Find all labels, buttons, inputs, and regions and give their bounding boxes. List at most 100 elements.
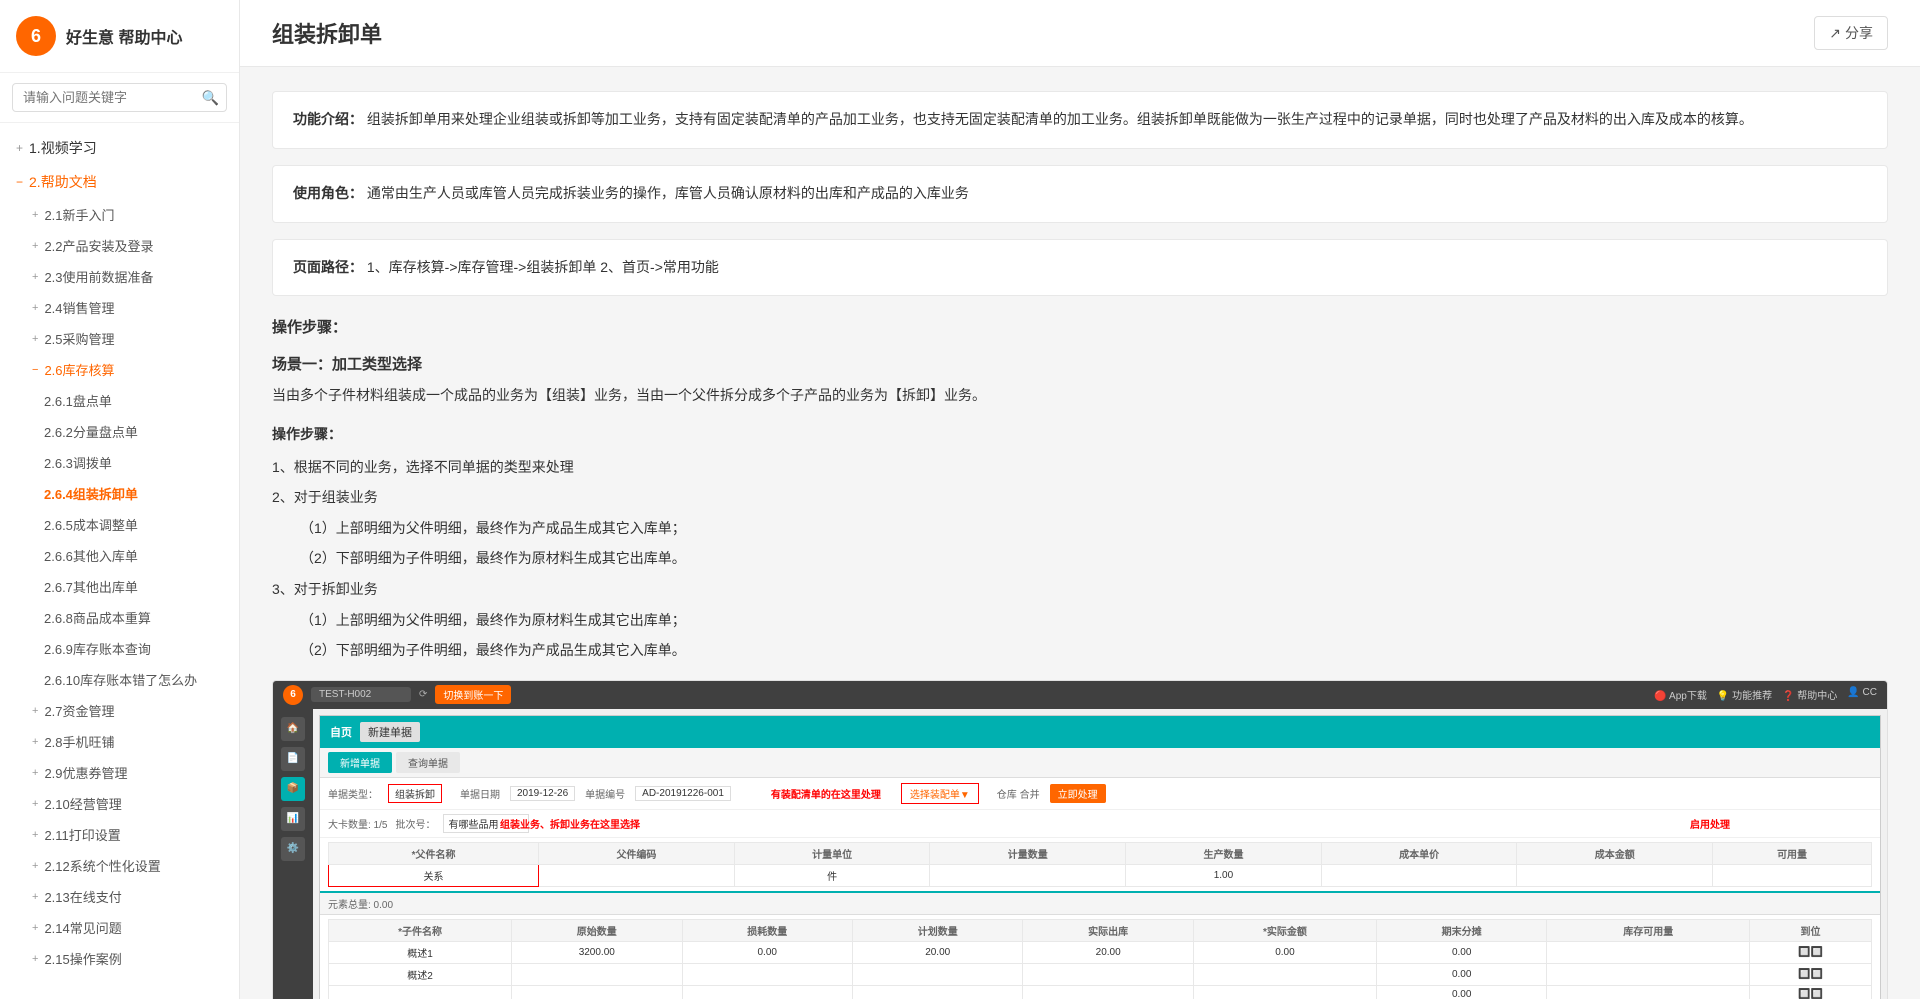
expand-icon: + bbox=[32, 829, 38, 841]
sidebar-item-online-pay[interactable]: + 2.13在线支付 bbox=[0, 881, 239, 912]
ss-helpcenter: ❓ 帮助中心 bbox=[1782, 687, 1837, 702]
ss-switch-btn[interactable]: 切换到账一下 bbox=[435, 685, 511, 704]
search-button[interactable]: 🔍 bbox=[202, 89, 219, 106]
ss-tab-query[interactable]: 查询单据 bbox=[396, 752, 460, 773]
ss-th-parent-name: *父件名称 bbox=[329, 842, 539, 864]
sidebar-item-docs[interactable]: − 2.帮助文档 bbox=[0, 165, 239, 199]
main-content-area: 组装拆卸单 ↗ 分享 功能介绍： 组装拆卸单用来处理企业组装或拆卸等加工业务，支… bbox=[240, 0, 1920, 999]
sidebar-item-stock-ledger[interactable]: 2.6.9库存账本查询 bbox=[0, 633, 239, 664]
ss-sidebar-icon-settings: ⚙️ bbox=[281, 837, 305, 861]
ss-divider-label: 元素总量: 0.00 bbox=[328, 896, 393, 911]
ss-new-tab[interactable]: 新建单据 bbox=[360, 722, 420, 742]
ss-help: 💡 功能推荐 bbox=[1717, 687, 1772, 702]
sidebar-item-assembly[interactable]: 2.6.4组装拆卸单 bbox=[0, 478, 239, 509]
ss-btd-plan-2 bbox=[852, 963, 1022, 985]
ss-confirm-btn[interactable]: 立即处理 bbox=[1050, 784, 1106, 803]
sidebar-item-data-prep[interactable]: + 2.3使用前数据准备 bbox=[0, 261, 239, 292]
sidebar-item-label: 2.11打印设置 bbox=[44, 825, 120, 844]
ss-cell-avail bbox=[1713, 864, 1872, 886]
sidebar-item-cost-adj[interactable]: 2.6.5成本调整单 bbox=[0, 509, 239, 540]
sidebar-item-label: 2.8手机旺铺 bbox=[44, 732, 114, 751]
ss-cell-parent-name: 关系 bbox=[329, 864, 539, 886]
ss-bth-actual-amt: *实际金额 bbox=[1193, 919, 1376, 941]
share-button[interactable]: ↗ 分享 bbox=[1814, 16, 1888, 50]
ss-bth-actual-out: 实际出库 bbox=[1023, 919, 1193, 941]
sidebar-item-operations[interactable]: + 2.10经营管理 bbox=[0, 788, 239, 819]
sidebar-item-coupon[interactable]: + 2.9优惠券管理 bbox=[0, 757, 239, 788]
ss-btd-loss-1: 0.00 bbox=[682, 941, 852, 963]
sidebar-item-label: 2.1新手入门 bbox=[44, 205, 114, 224]
ss-field-extra: 仓库 合并 bbox=[997, 786, 1040, 801]
ss-number-label: 单据编号 bbox=[585, 786, 625, 801]
step2-sub1: （1）上部明细为父件明细，最终作为产成品生成其它入库单； bbox=[272, 515, 1888, 542]
page-title: 组装拆卸单 bbox=[272, 17, 382, 49]
sidebar-item-other-out[interactable]: 2.6.7其他出库单 bbox=[0, 571, 239, 602]
sidebar-item-label: 2.6.2分量盘点单 bbox=[44, 425, 138, 440]
ss-bottom-row-1: 概述1 3200.00 0.00 20.00 20.00 0.00 0.00 bbox=[329, 941, 1872, 963]
step2: 2、对于组装业务 bbox=[272, 484, 1888, 511]
sidebar-item-inventory-check[interactable]: 2.6.1盘点单 bbox=[0, 385, 239, 416]
ss-btd-name-2: 概述2 bbox=[329, 963, 512, 985]
sidebar-item-label: 2.帮助文档 bbox=[29, 172, 97, 192]
ss-btd-actual-1: 20.00 bbox=[1023, 941, 1193, 963]
collapse-icon: − bbox=[32, 364, 38, 376]
ss-th-prod-qty: 生产数量 bbox=[1126, 842, 1322, 864]
sidebar-item-finance[interactable]: + 2.7资金管理 bbox=[0, 695, 239, 726]
sidebar-item-label: 2.5采购管理 bbox=[44, 329, 114, 348]
sidebar-item-video[interactable]: + 1.视频学习 bbox=[0, 131, 239, 165]
sidebar-item-label: 2.6.10库存账本错了怎么办 bbox=[44, 673, 197, 688]
sidebar-item-label: 2.6.9库存账本查询 bbox=[44, 642, 151, 657]
search-area[interactable]: 🔍 bbox=[0, 73, 239, 123]
ops-title: 操作步骤： bbox=[272, 316, 1888, 337]
expand-icon: + bbox=[32, 302, 38, 314]
ss-bottom-row-3: 0.00 🔲🔲 bbox=[329, 985, 1872, 999]
ss-bth-loss-qty: 损耗数量 bbox=[682, 919, 852, 941]
expand-icon: + bbox=[32, 798, 38, 810]
sidebar-item-newbie[interactable]: + 2.1新手入门 bbox=[0, 199, 239, 230]
ss-bottom-table: *子件名称 原始数量 损耗数量 计划数量 实际出库 *实际金额 期末分摊 库存可… bbox=[328, 919, 1872, 999]
ss-date-value: 2019-12-26 bbox=[510, 786, 575, 801]
ss-field-row1: 单据类型： 组装拆卸 单据日期 2019-12-26 单据编号 AD-20191… bbox=[320, 778, 1880, 810]
ss-bottom-table-area: *子件名称 原始数量 损耗数量 计划数量 实际出库 *实际金额 期末分摊 库存可… bbox=[320, 915, 1880, 999]
share-label: 分享 bbox=[1845, 23, 1873, 43]
path-text: 1、库存核算->库存管理->组装拆卸单 2、首页->常用功能 bbox=[367, 259, 719, 275]
path-block: 页面路径： 1、库存核算->库存管理->组装拆卸单 2、首页->常用功能 bbox=[272, 239, 1888, 297]
ss-annotation3: 启用处理 bbox=[1690, 816, 1730, 831]
sidebar-item-ledger-fix[interactable]: 2.6.10库存账本错了怎么办 bbox=[0, 664, 239, 695]
sidebar-item-label: 2.2产品安装及登录 bbox=[44, 236, 153, 255]
ss-other-field: 批次号： bbox=[395, 816, 435, 831]
search-input[interactable] bbox=[12, 83, 227, 112]
sidebar-item-label: 1.视频学习 bbox=[29, 138, 97, 158]
expand-icon: + bbox=[32, 891, 38, 903]
sidebar-item-other-in[interactable]: 2.6.6其他入库单 bbox=[0, 540, 239, 571]
ss-bottom-row-2: 概述2 0.00 🔲🔲 bbox=[329, 963, 1872, 985]
nav-tree: + 1.视频学习 − 2.帮助文档 + 2.1新手入门 + 2.2产品安装及登录… bbox=[0, 123, 239, 999]
sidebar-item-faq[interactable]: + 2.14常见问题 bbox=[0, 912, 239, 943]
sidebar-item-cases[interactable]: + 2.15操作案例 bbox=[0, 943, 239, 974]
sidebar-item-purchase[interactable]: + 2.5采购管理 bbox=[0, 323, 239, 354]
ss-th-cost-price: 成本单价 bbox=[1321, 842, 1517, 864]
sidebar-item-mobile[interactable]: + 2.8手机旺铺 bbox=[0, 726, 239, 757]
sidebar-item-label: 2.6.5成本调整单 bbox=[44, 518, 138, 533]
logo-area: 6 好生意 帮助中心 bbox=[0, 0, 239, 73]
ss-select-btn[interactable]: 选择装配单▼ bbox=[901, 783, 979, 804]
ss-section-divider: 元素总量: 0.00 bbox=[320, 891, 1880, 915]
share-icon: ↗ bbox=[1829, 25, 1841, 42]
ss-top-table: *父件名称 父件编码 计量单位 计量数量 生产数量 成本单价 成本金额 可用量 bbox=[328, 842, 1872, 887]
ss-tab-add[interactable]: 新增单据 bbox=[328, 752, 392, 773]
ss-btd-plan-1: 20.00 bbox=[852, 941, 1022, 963]
sidebar-item-personalize[interactable]: + 2.12系统个性化设置 bbox=[0, 850, 239, 881]
sidebar-item-print[interactable]: + 2.11打印设置 bbox=[0, 819, 239, 850]
sidebar-item-transfer[interactable]: 2.6.3调拨单 bbox=[0, 447, 239, 478]
sidebar-item-inventory[interactable]: − 2.6库存核算 bbox=[0, 354, 239, 385]
ss-btd-stock-1 bbox=[1547, 941, 1750, 963]
ss-cell-cost-amt bbox=[1517, 864, 1713, 886]
ss-th-parent-code: 父件编码 bbox=[539, 842, 735, 864]
sidebar-item-install[interactable]: + 2.2产品安装及登录 bbox=[0, 230, 239, 261]
sidebar-item-sales[interactable]: + 2.4销售管理 bbox=[0, 292, 239, 323]
expand-icon: + bbox=[32, 860, 38, 872]
ss-btd-orig-2 bbox=[512, 963, 682, 985]
sidebar-item-partial-check[interactable]: 2.6.2分量盘点单 bbox=[0, 416, 239, 447]
ss-cell-unit: 件 bbox=[734, 864, 930, 886]
sidebar-item-cost-recalc[interactable]: 2.6.8商品成本重算 bbox=[0, 602, 239, 633]
